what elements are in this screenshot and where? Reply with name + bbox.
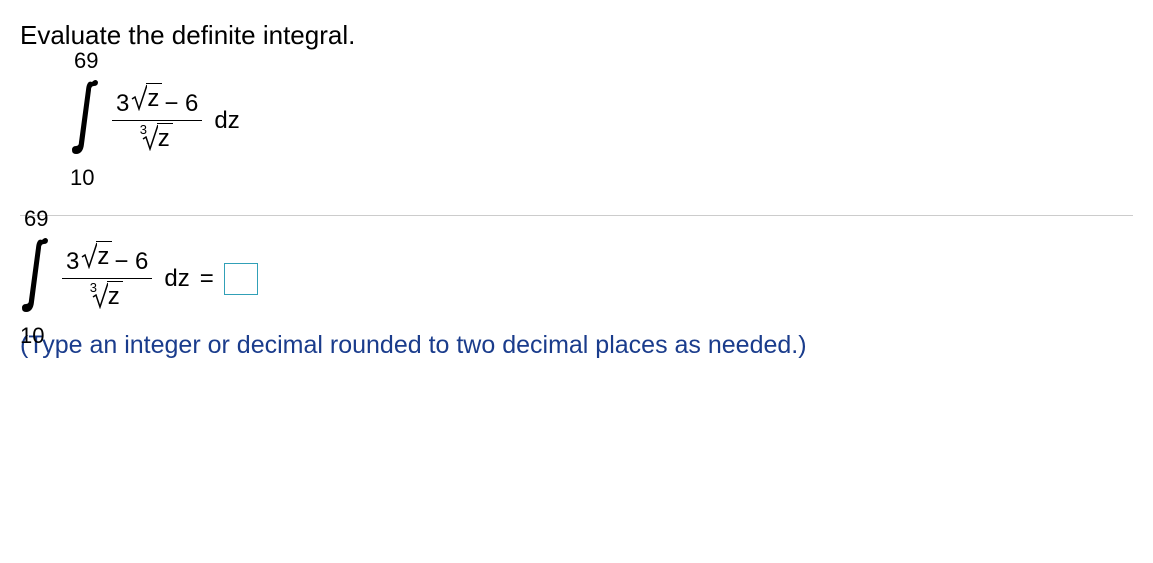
differential-1: dz — [214, 107, 239, 135]
cuberoot-1: 3 z — [142, 123, 173, 154]
radical-icon — [131, 83, 147, 111]
integral-symbol-icon — [70, 76, 100, 158]
integral-symbol-icon — [20, 234, 50, 316]
cuberoot-2: 3 z — [92, 281, 123, 312]
denominator-1: 3 z — [138, 121, 177, 158]
integral-answer-expr: 69 10 3 z − 6 — [20, 234, 190, 323]
answer-input[interactable] — [224, 263, 258, 295]
sqrt-1: z — [131, 83, 162, 114]
upper-limit-1: 69 — [74, 48, 98, 74]
differential-2: dz — [164, 265, 189, 293]
tail-2: − 6 — [114, 248, 148, 276]
root-index-2: 3 — [90, 280, 97, 295]
question-text: Evaluate the definite integral. — [20, 20, 1133, 51]
denom-radicand-1: z — [157, 123, 173, 154]
lower-limit-1: 10 — [70, 165, 94, 191]
sqrt-2: z — [81, 241, 112, 272]
tail-1: − 6 — [164, 90, 198, 118]
section-divider — [20, 215, 1133, 216]
fraction-2: 3 z − 6 3 z — [62, 241, 152, 316]
equals-sign: = — [200, 265, 214, 293]
fraction-1: 3 z − 6 3 z — [112, 83, 202, 158]
numerator-2: 3 z − 6 — [62, 241, 152, 279]
denominator-2: 3 z — [88, 279, 127, 316]
root-index-1: 3 — [140, 122, 147, 137]
numerator-1: 3 z − 6 — [112, 83, 202, 121]
coeff-1: 3 — [116, 90, 129, 118]
answer-row: 69 10 3 z − 6 — [20, 234, 1133, 323]
integral-sign-1: 69 10 — [70, 76, 100, 165]
integral-sign-2: 69 10 — [20, 234, 50, 323]
radicand-2: z — [96, 241, 112, 272]
upper-limit-2: 69 — [24, 206, 48, 232]
denom-radicand-2: z — [107, 281, 123, 312]
instruction-text: (Type an integer or decimal rounded to t… — [20, 331, 1133, 360]
coeff-2: 3 — [66, 248, 79, 276]
radicand-1: z — [146, 83, 162, 114]
radical-icon — [81, 241, 97, 269]
integral-display: 69 10 3 z − 6 3 — [70, 76, 240, 165]
lower-limit-2: 10 — [20, 323, 44, 349]
